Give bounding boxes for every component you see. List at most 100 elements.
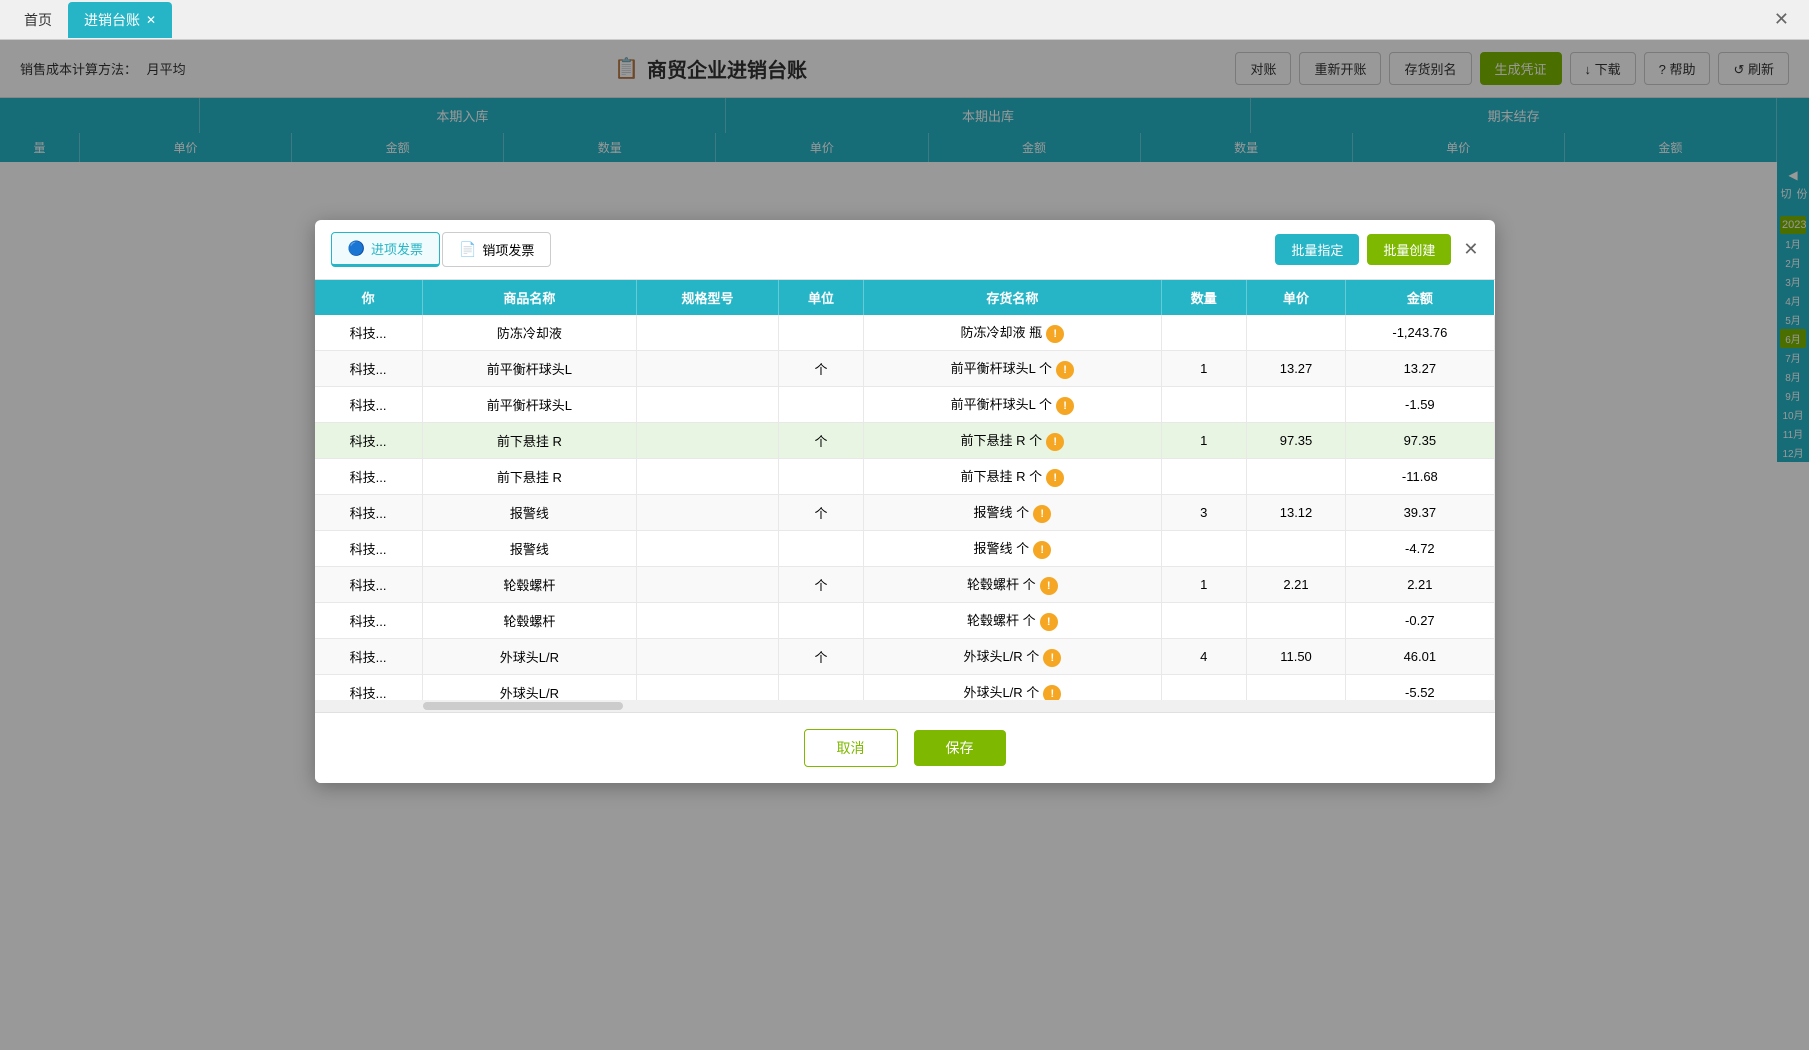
table-cell-4: 轮毂螺杆 个! [864, 567, 1162, 603]
dialog-close-button[interactable]: ✕ [1463, 239, 1478, 260]
table-cell-6 [1246, 315, 1345, 351]
warning-icon: ! [1033, 505, 1051, 523]
th-qty: 数量 [1161, 280, 1246, 315]
th-company: 你 [315, 280, 423, 315]
table-cell-6 [1246, 387, 1345, 423]
table-cell-4: 防冻冷却液 瓶! [864, 315, 1162, 351]
table-cell-6 [1246, 459, 1345, 495]
table-cell-4: 外球头L/R 个! [864, 675, 1162, 701]
table-cell-2 [637, 351, 779, 387]
table-cell-6: 2.21 [1246, 567, 1345, 603]
table-cell-1: 轮毂螺杆 [422, 567, 636, 603]
warning-icon: ! [1046, 469, 1064, 487]
table-cell-6: 13.12 [1246, 495, 1345, 531]
table-cell-3 [778, 603, 863, 639]
output-invoice-icon: 📄 [459, 241, 476, 258]
warning-icon: ! [1043, 685, 1061, 700]
table-cell-7: 2.21 [1346, 567, 1494, 603]
table-cell-0: 科技... [315, 567, 423, 603]
table-cell-2 [637, 423, 779, 459]
table-cell-7: 97.35 [1346, 423, 1494, 459]
table-cell-1: 前下悬挂 R [422, 423, 636, 459]
table-row[interactable]: 科技...前下悬挂 R个前下悬挂 R 个!197.3597.35 [315, 423, 1495, 459]
table-cell-6 [1246, 603, 1345, 639]
table-cell-5: 4 [1161, 639, 1246, 675]
table-cell-2 [637, 531, 779, 567]
table-cell-2 [637, 603, 779, 639]
table-cell-2 [637, 675, 779, 701]
table-row[interactable]: 科技...报警线个报警线 个!313.1239.37 [315, 495, 1495, 531]
table-cell-0: 科技... [315, 531, 423, 567]
table-cell-7: -11.68 [1346, 459, 1494, 495]
table-cell-5: 1 [1161, 567, 1246, 603]
table-cell-1: 报警线 [422, 531, 636, 567]
th-inventory-name: 存货名称 [864, 280, 1162, 315]
table-row[interactable]: 科技...报警线 报警线 个! -4.72 [315, 531, 1495, 567]
th-amount: 金额 [1346, 280, 1494, 315]
table-cell-3: 个 [778, 639, 863, 675]
th-price: 单价 [1246, 280, 1345, 315]
save-button[interactable]: 保存 [914, 730, 1006, 766]
table-row[interactable]: 科技...前平衡杆球头L个前平衡杆球头L 个!113.2713.27 [315, 351, 1495, 387]
table-cell-4: 外球头L/R 个! [864, 639, 1162, 675]
table-cell-1: 外球头L/R [422, 675, 636, 701]
table-cell-6 [1246, 675, 1345, 701]
horizontal-scrollbar[interactable] [315, 700, 1495, 712]
table-cell-7: 39.37 [1346, 495, 1494, 531]
table-cell-0: 科技... [315, 495, 423, 531]
table-row[interactable]: 科技...前平衡杆球头L前平衡杆球头L 个!-1.59 [315, 387, 1495, 423]
table-cell-5: 3 [1161, 495, 1246, 531]
table-cell-7: -1.59 [1346, 387, 1494, 423]
th-spec: 规格型号 [637, 280, 779, 315]
table-cell-5 [1161, 387, 1246, 423]
scrollbar-thumb[interactable] [423, 702, 623, 710]
table-cell-6: 97.35 [1246, 423, 1345, 459]
batch-assign-button[interactable]: 批量指定 [1275, 234, 1359, 265]
table-cell-5 [1161, 675, 1246, 701]
tab-ledger[interactable]: 进销台账 ✕ [68, 2, 172, 38]
dialog-tab-list: 🔵 进项发票 📄 销项发票 [331, 232, 1276, 267]
table-row[interactable]: 科技...轮毂螺杆个轮毂螺杆 个!12.212.21 [315, 567, 1495, 603]
table-cell-3 [778, 315, 863, 351]
main-area: 销售成本计算方法： 月平均 📋 商贸企业进销台账 对账 重新开账 存货别名 生成… [0, 40, 1809, 1050]
table-cell-1: 外球头L/R [422, 639, 636, 675]
tab-input-invoice[interactable]: 🔵 进项发票 [331, 232, 440, 267]
dialog-header: 🔵 进项发票 📄 销项发票 批量指定 批量创建 ✕ [315, 220, 1495, 280]
table-cell-0: 科技... [315, 459, 423, 495]
tab-home[interactable]: 首页 [8, 2, 68, 38]
table-cell-0: 科技... [315, 639, 423, 675]
table-cell-3: 个 [778, 351, 863, 387]
warning-icon: ! [1040, 613, 1058, 631]
table-cell-0: 科技... [315, 675, 423, 701]
dialog-footer: 取消 保存 [315, 712, 1495, 783]
cancel-button[interactable]: 取消 [804, 729, 898, 767]
batch-create-button[interactable]: 批量创建 [1367, 234, 1451, 265]
tab-close-icon[interactable]: ✕ [146, 13, 156, 27]
table-cell-4: 报警线 个! [864, 495, 1162, 531]
table-row[interactable]: 科技...前下悬挂 R前下悬挂 R 个!-11.68 [315, 459, 1495, 495]
table-row[interactable]: 科技...防冻冷却液防冻冷却液 瓶!-1,243.76 [315, 315, 1495, 351]
table-cell-7: 46.01 [1346, 639, 1494, 675]
table-cell-3 [778, 387, 863, 423]
table-cell-7: -4.72 [1346, 531, 1494, 567]
table-header-row: 你 商品名称 规格型号 单位 存货名称 数量 单价 金额 [315, 280, 1495, 315]
window-close-button[interactable]: ✕ [1762, 9, 1801, 30]
table-cell-1: 前平衡杆球头L [422, 387, 636, 423]
tab-output-invoice[interactable]: 📄 销项发票 [442, 232, 551, 267]
table-row[interactable]: 科技...轮毂螺杆轮毂螺杆 个!-0.27 [315, 603, 1495, 639]
warning-icon: ! [1040, 577, 1058, 595]
table-row[interactable]: 科技...外球头L/R外球头L/R 个!-5.52 [315, 675, 1495, 701]
table-cell-2 [637, 315, 779, 351]
warning-icon: ! [1056, 361, 1074, 379]
table-cell-5 [1161, 531, 1246, 567]
warning-icon: ! [1046, 325, 1064, 343]
table-cell-7: -1,243.76 [1346, 315, 1494, 351]
table-cell-4: 轮毂螺杆 个! [864, 603, 1162, 639]
table-row[interactable]: 科技...外球头L/R个外球头L/R 个!411.5046.01 [315, 639, 1495, 675]
table-cell-3: 个 [778, 423, 863, 459]
table-cell-4: 前平衡杆球头L 个! [864, 387, 1162, 423]
table-cell-2 [637, 387, 779, 423]
table-cell-7: 13.27 [1346, 351, 1494, 387]
table-cell-4: 报警线 个! [864, 531, 1162, 567]
output-invoice-label: 销项发票 [482, 240, 534, 259]
